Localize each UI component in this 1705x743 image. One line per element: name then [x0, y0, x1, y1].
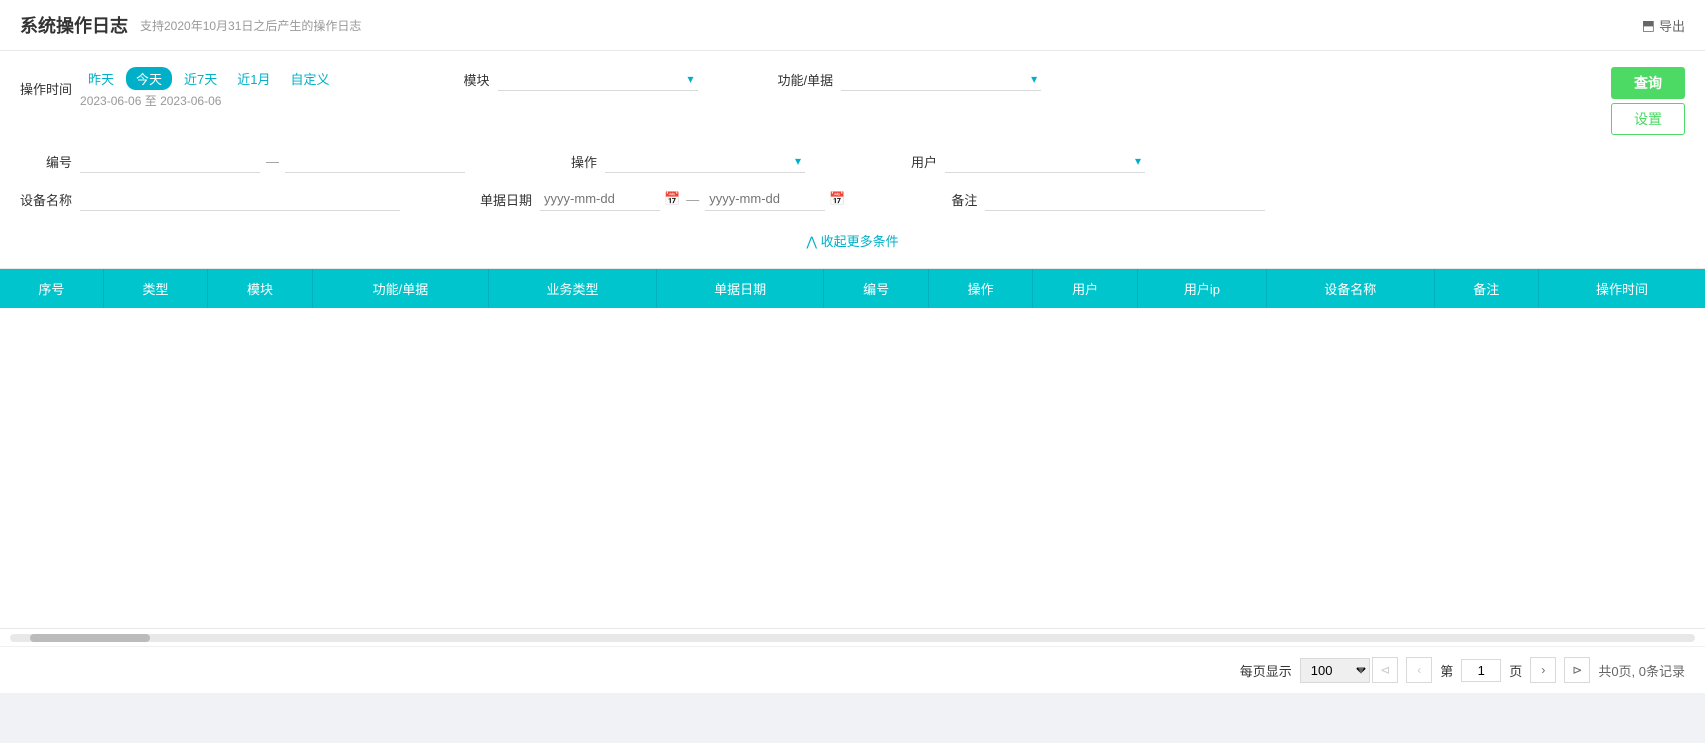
operation-select-wrap: ▾ [605, 149, 805, 173]
user-select-wrap: ▾ [945, 149, 1145, 173]
col-function: 功能/单据 [312, 269, 488, 308]
last-page-button[interactable]: ⊳ [1564, 657, 1590, 683]
col-module: 模块 [208, 269, 312, 308]
number-label: 编号 [20, 152, 72, 171]
col-number: 编号 [824, 269, 928, 308]
operation-label: 操作 [545, 152, 597, 171]
filter-row-3: 设备名称 单据日期 📅 — 📅 备注 [20, 187, 1685, 211]
number-input-end[interactable] [285, 149, 465, 173]
per-page-label: 每页显示 [1240, 661, 1292, 680]
scrollbar-area [0, 628, 1705, 646]
function-select[interactable] [841, 67, 1041, 91]
pagination-area: 每页显示 100 50 200 ▾ ⊲ ‹ 第 1 页 › ⊳ 共0页, 0条记… [0, 646, 1705, 693]
time-btn-yesterday[interactable]: 昨天 [80, 67, 122, 90]
prev-page-button[interactable]: ‹ [1406, 657, 1432, 683]
voucher-date-filter: 单据日期 📅 — 📅 [480, 187, 845, 211]
col-user-ip: 用户ip [1137, 269, 1266, 308]
table-header: 序号 类型 模块 功能/单据 业务类型 单据日期 编号 操作 用户 用户ip 设… [0, 269, 1705, 308]
calendar-start-icon[interactable]: 📅 [664, 191, 680, 207]
scrollbar-thumb[interactable] [30, 634, 150, 642]
function-filter: 功能/单据 ▾ [778, 67, 1042, 91]
col-user: 用户 [1033, 269, 1137, 308]
data-table: 序号 类型 模块 功能/单据 业务类型 单据日期 编号 操作 用户 用户ip 设… [0, 269, 1705, 308]
col-operation-time: 操作时间 [1539, 269, 1705, 308]
total-text: 共0页, 0条记录 [1598, 661, 1685, 680]
filter-row-2: 编号 — 操作 ▾ 用户 ▾ [20, 149, 1685, 173]
voucher-date-end[interactable] [705, 187, 825, 211]
device-filter: 设备名称 [20, 187, 400, 211]
page-number-input[interactable]: 1 [1461, 659, 1501, 682]
voucher-date-start[interactable] [540, 187, 660, 211]
time-range-text: 2023-06-06 至 2023-06-06 [80, 92, 338, 109]
export-icon: ⬒ [1642, 17, 1655, 34]
user-select[interactable] [945, 149, 1145, 173]
date-dash: — [686, 192, 699, 207]
page-prefix-label: 第 [1440, 661, 1453, 680]
query-button[interactable]: 查询 [1611, 67, 1685, 99]
export-label: 导出 [1659, 16, 1685, 35]
col-business-type: 业务类型 [489, 269, 657, 308]
empty-area [0, 308, 1705, 628]
operation-select[interactable] [605, 149, 805, 173]
filter-actions: 查询 设置 [1611, 67, 1685, 135]
time-btn-today[interactable]: 今天 [126, 67, 172, 90]
page-title: 系统操作日志 [20, 12, 128, 38]
filter-area: 操作时间 昨天 今天 近7天 近1月 自定义 2023-06-06 至 2023… [0, 51, 1705, 269]
filter-row-1: 操作时间 昨天 今天 近7天 近1月 自定义 2023-06-06 至 2023… [20, 67, 1685, 135]
device-label: 设备名称 [20, 190, 72, 209]
module-label: 模块 [438, 70, 490, 89]
export-button[interactable]: ⬒ 导出 [1642, 16, 1685, 35]
page-subtitle: 支持2020年10月31日之后产生的操作日志 [140, 17, 361, 34]
collapse-label: 收起更多条件 [821, 234, 899, 249]
number-filter: 编号 — [20, 149, 465, 173]
number-dash: — [266, 154, 279, 169]
col-seq: 序号 [0, 269, 103, 308]
col-voucher-date: 单据日期 [656, 269, 824, 308]
col-device-name: 设备名称 [1266, 269, 1434, 308]
time-filter: 操作时间 昨天 今天 近7天 近1月 自定义 2023-06-06 至 2023… [20, 67, 338, 109]
collapse-bar[interactable]: ⋀ 收起更多条件 [20, 225, 1685, 260]
col-operation: 操作 [928, 269, 1032, 308]
title-area: 系统操作日志 支持2020年10月31日之后产生的操作日志 [20, 12, 361, 38]
operation-filter: 操作 ▾ [545, 149, 805, 173]
time-filter-wrap: 昨天 今天 近7天 近1月 自定义 2023-06-06 至 2023-06-0… [80, 67, 338, 109]
remark-input[interactable] [985, 187, 1265, 211]
function-select-wrap: ▾ [841, 67, 1041, 91]
device-input[interactable] [80, 187, 400, 211]
remark-filter: 备注 [925, 187, 1265, 211]
time-btn-1month[interactable]: 近1月 [229, 67, 278, 90]
number-input-start[interactable] [80, 149, 260, 173]
calendar-end-icon[interactable]: 📅 [829, 191, 845, 207]
table-wrap: 序号 类型 模块 功能/单据 业务类型 单据日期 编号 操作 用户 用户ip 设… [0, 269, 1705, 628]
time-buttons: 昨天 今天 近7天 近1月 自定义 [80, 67, 338, 90]
col-remark: 备注 [1434, 269, 1538, 308]
table-header-row: 序号 类型 模块 功能/单据 业务类型 单据日期 编号 操作 用户 用户ip 设… [0, 269, 1705, 308]
voucher-date-label: 单据日期 [480, 190, 532, 209]
page-header: 系统操作日志 支持2020年10月31日之后产生的操作日志 ⬒ 导出 [0, 0, 1705, 51]
module-select-wrap: ▾ [498, 67, 698, 91]
module-select[interactable] [498, 67, 698, 91]
next-page-button[interactable]: › [1530, 657, 1556, 683]
first-page-button[interactable]: ⊲ [1372, 657, 1398, 683]
time-btn-custom[interactable]: 自定义 [283, 67, 338, 90]
function-label: 功能/单据 [778, 70, 834, 89]
scrollbar-track[interactable] [10, 634, 1695, 642]
module-filter: 模块 ▾ [438, 67, 698, 91]
time-label: 操作时间 [20, 79, 72, 98]
remark-label: 备注 [925, 190, 977, 209]
settings-button[interactable]: 设置 [1611, 103, 1685, 135]
user-filter: 用户 ▾ [885, 149, 1145, 173]
col-type: 类型 [103, 269, 207, 308]
per-page-select[interactable]: 100 50 200 [1300, 658, 1370, 683]
collapse-icon: ⋀ [806, 234, 817, 249]
time-btn-7days[interactable]: 近7天 [176, 67, 225, 90]
user-label: 用户 [885, 152, 937, 171]
page-suffix-label: 页 [1509, 661, 1522, 680]
